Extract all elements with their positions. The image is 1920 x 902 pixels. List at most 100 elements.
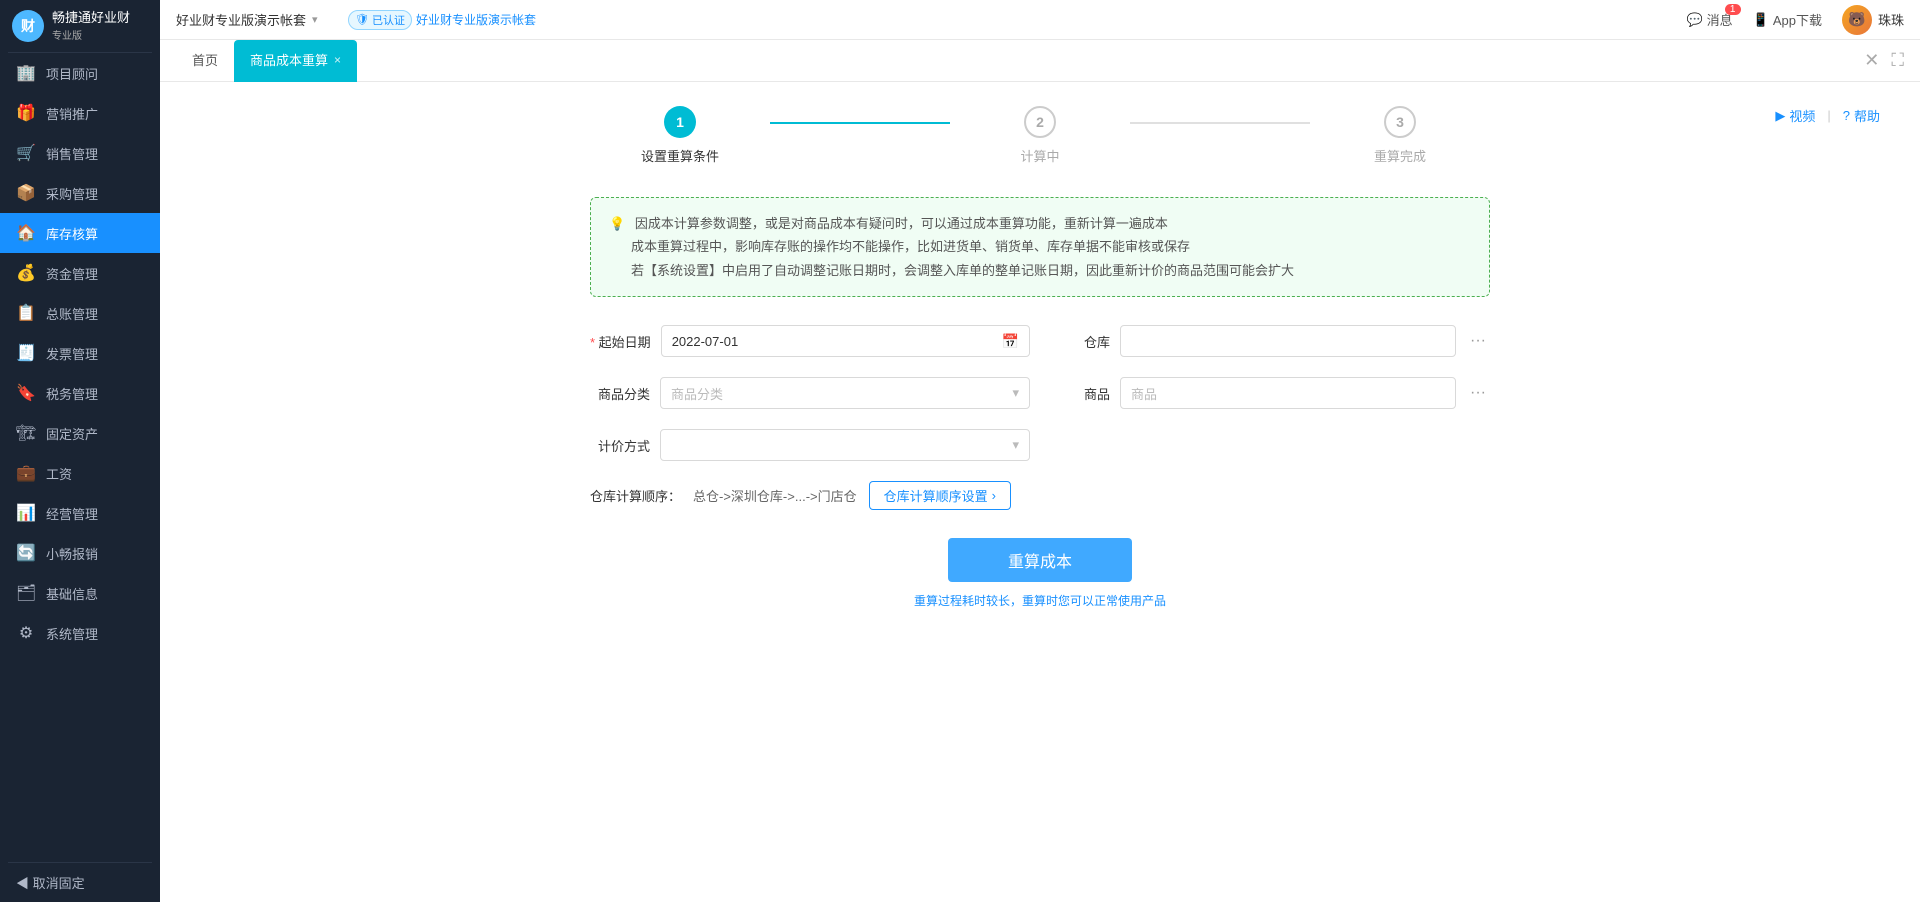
sidebar-item-tax[interactable]: 🔖 税务管理 xyxy=(0,373,160,413)
step-1-label: 设置重算条件 xyxy=(641,146,719,165)
sidebar-item-system[interactable]: ⚙ 系统管理 xyxy=(0,613,160,653)
app-name: 畅捷通好业财 xyxy=(52,10,130,27)
message-icon: 💬 xyxy=(1686,12,1702,28)
avatar: 🐻 xyxy=(1842,5,1872,35)
form-row-2: 商品分类 商品分类 ▾ 商品 商品 ··· xyxy=(590,377,1490,409)
app-logo-icon: 财 xyxy=(12,10,44,42)
warehouse-order-btn[interactable]: 仓库计算顺序设置 › xyxy=(869,481,1011,510)
step-2-circle: 2 xyxy=(1024,106,1056,138)
sidebar-unpin-button[interactable]: ◀ 取消固定 xyxy=(0,863,160,902)
sidebar-item-sales[interactable]: 🛒 销售管理 xyxy=(0,133,160,173)
phone-icon: 📱 xyxy=(1753,12,1769,28)
operation-icon: 📊 xyxy=(16,503,36,523)
step-2-label: 计算中 xyxy=(1020,146,1059,165)
warehouse-order-value: 总仓->深圳仓库->...->门店仓 xyxy=(693,486,857,505)
account-selector[interactable]: 好业财专业版演示帐套 ▾ xyxy=(176,10,336,29)
basic-icon: 🗂 xyxy=(16,583,36,603)
sidebar-item-label: 工资 xyxy=(46,464,72,483)
sidebar-item-accounting[interactable]: 📋 总账管理 xyxy=(0,293,160,333)
start-date-input[interactable]: 2022-07-01 📅 xyxy=(661,325,1030,357)
page-content: 1 设置重算条件 2 计算中 3 xyxy=(160,82,1920,902)
chevron-down-icon: ▾ xyxy=(1012,385,1019,401)
tab-home[interactable]: 首页 xyxy=(176,40,234,82)
sidebar-item-project[interactable]: 🏢 项目顾问 xyxy=(0,53,160,93)
sidebar-item-operation[interactable]: 📊 经营管理 xyxy=(0,493,160,533)
step-3: 3 重算完成 xyxy=(1310,106,1490,165)
start-date-value: 2022-07-01 xyxy=(672,334,739,349)
header: 好业财专业版演示帐套 ▾ 🛡 已认证 好业财专业版演示帐套 💬 消息 1 📱 A… xyxy=(160,0,1920,40)
sidebar-item-label: 营销推广 xyxy=(46,104,98,123)
sidebar-item-fixedasset[interactable]: 🏗 固定资产 xyxy=(0,413,160,453)
submit-area: 重算成本 重算过程耗时较长，重算时您可以正常使用产品 xyxy=(590,538,1490,609)
account-selector-arrow-icon: ▾ xyxy=(312,13,318,26)
sidebar-item-label: 项目顾问 xyxy=(46,64,98,83)
step-3-label: 重算完成 xyxy=(1374,146,1426,165)
app-download-label: App下载 xyxy=(1773,10,1822,29)
tab-expand-icon[interactable]: ⛶ xyxy=(1891,50,1904,71)
sidebar-item-basic[interactable]: 🗂 基础信息 xyxy=(0,573,160,613)
sidebar-item-purchase[interactable]: 📦 采购管理 xyxy=(0,173,160,213)
tax-icon: 🔖 xyxy=(16,383,36,403)
sidebar-item-label: 固定资产 xyxy=(46,424,98,443)
sidebar-item-inventory[interactable]: 🏠 库存核算 xyxy=(0,213,160,253)
warehouse-input[interactable] xyxy=(1120,325,1456,357)
info-line3: 若【系统设置】中启用了自动调整记账日期时，会调整入库单的整单记账日期，因此重新计… xyxy=(631,263,1294,278)
goods-input[interactable]: 商品 xyxy=(1120,377,1456,409)
goods-more-icon[interactable]: ··· xyxy=(1466,384,1490,402)
user-avatar-area[interactable]: 🐻 珠珠 xyxy=(1842,5,1904,35)
step-1: 1 设置重算条件 xyxy=(590,106,770,165)
sidebar-logo: 财 畅捷通好业财 专业版 xyxy=(0,0,160,52)
sidebar-item-payroll[interactable]: 💼 工资 xyxy=(0,453,160,493)
user-name: 珠珠 xyxy=(1878,10,1904,29)
sidebar-item-label: 经营管理 xyxy=(46,504,98,523)
system-icon: ⚙ xyxy=(16,623,36,643)
message-button[interactable]: 💬 消息 1 xyxy=(1686,10,1732,29)
marketing-icon: 🎁 xyxy=(16,103,36,123)
form-row-3: 计价方式 ▾ xyxy=(590,429,1490,461)
warehouse-order-row: 仓库计算顺序： 总仓->深圳仓库->...->门店仓 仓库计算顺序设置 › xyxy=(590,481,1490,510)
chevron-right-icon: › xyxy=(992,488,996,503)
sidebar-item-label: 总账管理 xyxy=(46,304,98,323)
app-edition: 专业版 xyxy=(52,27,130,42)
payroll-icon: 💼 xyxy=(16,463,36,483)
play-icon: ▶ xyxy=(1775,108,1785,124)
price-method-select[interactable]: ▾ xyxy=(660,429,1030,461)
tab-cost-recalc[interactable]: 商品成本重算 × xyxy=(234,40,357,82)
tab-close-icon[interactable]: × xyxy=(334,53,341,67)
steps-help: ▶ 视频 | ? 帮助 xyxy=(1775,106,1880,125)
warehouse-more-icon[interactable]: ··· xyxy=(1466,332,1490,350)
info-icon: 💡 xyxy=(609,216,625,231)
project-icon: 🏢 xyxy=(16,63,36,83)
goods-label: 商品 xyxy=(1050,384,1110,403)
account-selector-name: 好业财专业版演示帐套 xyxy=(176,10,306,29)
step-2-num: 2 xyxy=(1036,114,1044,130)
step-line-2 xyxy=(1130,122,1310,124)
sidebar-item-label: 基础信息 xyxy=(46,584,98,603)
price-chevron-icon: ▾ xyxy=(1012,437,1019,453)
tab-close-window-icon[interactable]: ✕ xyxy=(1864,50,1879,71)
step-line-1 xyxy=(770,122,950,124)
category-field: 商品分类 商品分类 ▾ xyxy=(590,377,1030,409)
step-2: 2 计算中 xyxy=(950,106,1130,165)
help-link[interactable]: ? 帮助 xyxy=(1843,106,1880,125)
sidebar-item-expense[interactable]: 🔄 小畅报销 xyxy=(0,533,160,573)
recalc-button[interactable]: 重算成本 xyxy=(948,538,1132,582)
sidebar-item-label: 资金管理 xyxy=(46,264,98,283)
goods-field: 商品 商品 ··· xyxy=(1050,377,1490,409)
sidebar-item-finance[interactable]: 💰 资金管理 xyxy=(0,253,160,293)
sidebar-item-label: 采购管理 xyxy=(46,184,98,203)
info-box: 💡 因成本计算参数调整，或是对商品成本有疑问时，可以通过成本重算功能，重新计算一… xyxy=(590,197,1490,297)
app-download-button[interactable]: 📱 App下载 xyxy=(1753,10,1822,29)
video-link[interactable]: ▶ 视频 xyxy=(1775,106,1815,125)
price-method-field: 计价方式 ▾ xyxy=(590,429,1030,461)
sidebar-item-invoice[interactable]: 🧾 发票管理 xyxy=(0,333,160,373)
category-label: 商品分类 xyxy=(590,384,650,403)
calendar-icon: 📅 xyxy=(1002,333,1019,350)
unpin-label: ◀ 取消固定 xyxy=(16,873,85,892)
expense-icon: 🔄 xyxy=(16,543,36,563)
help-label: 帮助 xyxy=(1854,106,1880,125)
goods-placeholder: 商品 xyxy=(1131,384,1157,403)
sidebar-item-label: 发票管理 xyxy=(46,344,98,363)
category-select[interactable]: 商品分类 ▾ xyxy=(660,377,1030,409)
sidebar-item-marketing[interactable]: 🎁 营销推广 xyxy=(0,93,160,133)
